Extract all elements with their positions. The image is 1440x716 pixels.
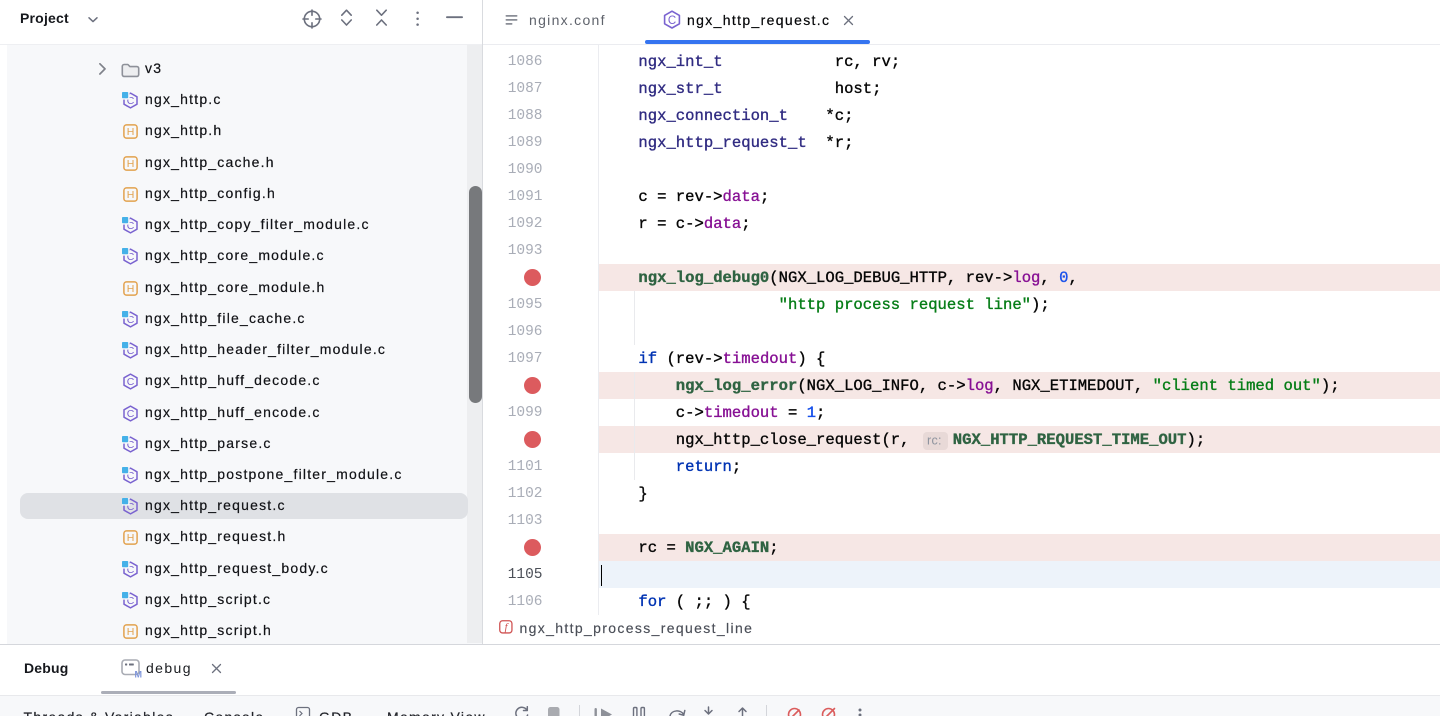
svg-text:H: H [127,158,135,170]
svg-text:C: C [127,376,135,388]
svg-text:C: C [127,408,135,420]
svg-text:H: H [127,127,135,139]
svg-text:H: H [127,533,135,545]
svg-text:C: C [668,15,676,27]
svg-text:M: M [134,670,142,679]
svg-text:H: H [127,283,135,295]
svg-text:H: H [127,189,135,201]
svg-text:H: H [127,626,135,638]
